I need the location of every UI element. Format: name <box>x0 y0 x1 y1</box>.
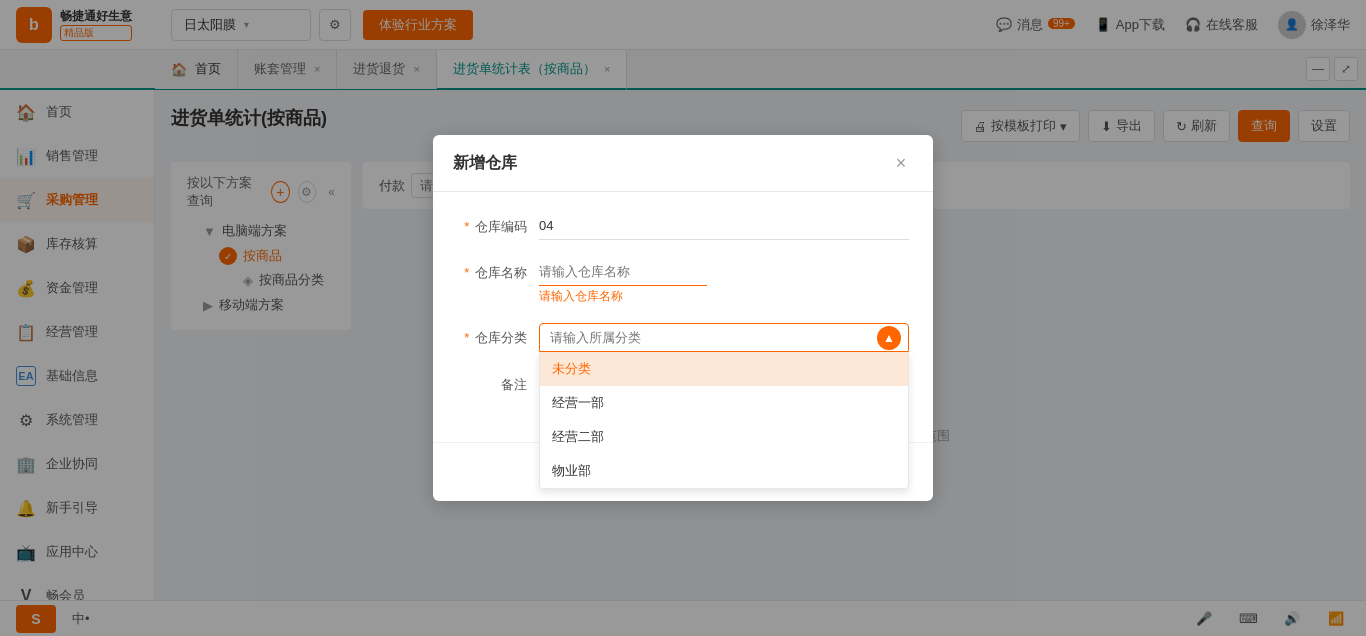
modal-body: * 仓库编码 * 仓库名称 请输入仓库名称 * <box>433 192 933 442</box>
modal-header: 新增仓库 × <box>433 135 933 192</box>
code-input[interactable] <box>539 212 909 240</box>
name-row: * 仓库名称 请输入仓库名称 <box>457 258 909 305</box>
category-input[interactable] <box>539 323 909 352</box>
dropdown-item-2[interactable]: 经营二部 <box>540 420 908 454</box>
category-label: * 仓库分类 <box>457 323 527 347</box>
name-error-msg: 请输入仓库名称 <box>539 288 909 305</box>
name-label: * 仓库名称 <box>457 258 527 282</box>
modal-close-btn[interactable]: × <box>889 151 913 175</box>
dropdown-item-0[interactable]: 未分类 <box>540 352 908 386</box>
dropdown-list: 未分类 经营一部 经营二部 物业部 <box>539 352 909 489</box>
dropdown-toggle-btn[interactable]: ▲ <box>877 326 901 350</box>
code-row: * 仓库编码 <box>457 212 909 240</box>
category-row: * 仓库分类 ▲ 未分类 经营一部 经营二部 物业部 <box>457 323 909 352</box>
name-input-wrapper: 请输入仓库名称 <box>539 258 909 305</box>
remark-label: 备注 <box>457 370 527 394</box>
modal-title: 新增仓库 <box>453 153 517 174</box>
new-warehouse-modal: 新增仓库 × * 仓库编码 * 仓库名称 请输入仓库名称 <box>433 135 933 501</box>
modal-overlay[interactable]: 新增仓库 × * 仓库编码 * 仓库名称 请输入仓库名称 <box>0 0 1366 636</box>
code-label: * 仓库编码 <box>457 212 527 236</box>
dropdown-item-1[interactable]: 经营一部 <box>540 386 908 420</box>
dropdown-item-3[interactable]: 物业部 <box>540 454 908 488</box>
name-input[interactable] <box>539 258 707 286</box>
category-dropdown: ▲ 未分类 经营一部 经营二部 物业部 <box>539 323 909 352</box>
